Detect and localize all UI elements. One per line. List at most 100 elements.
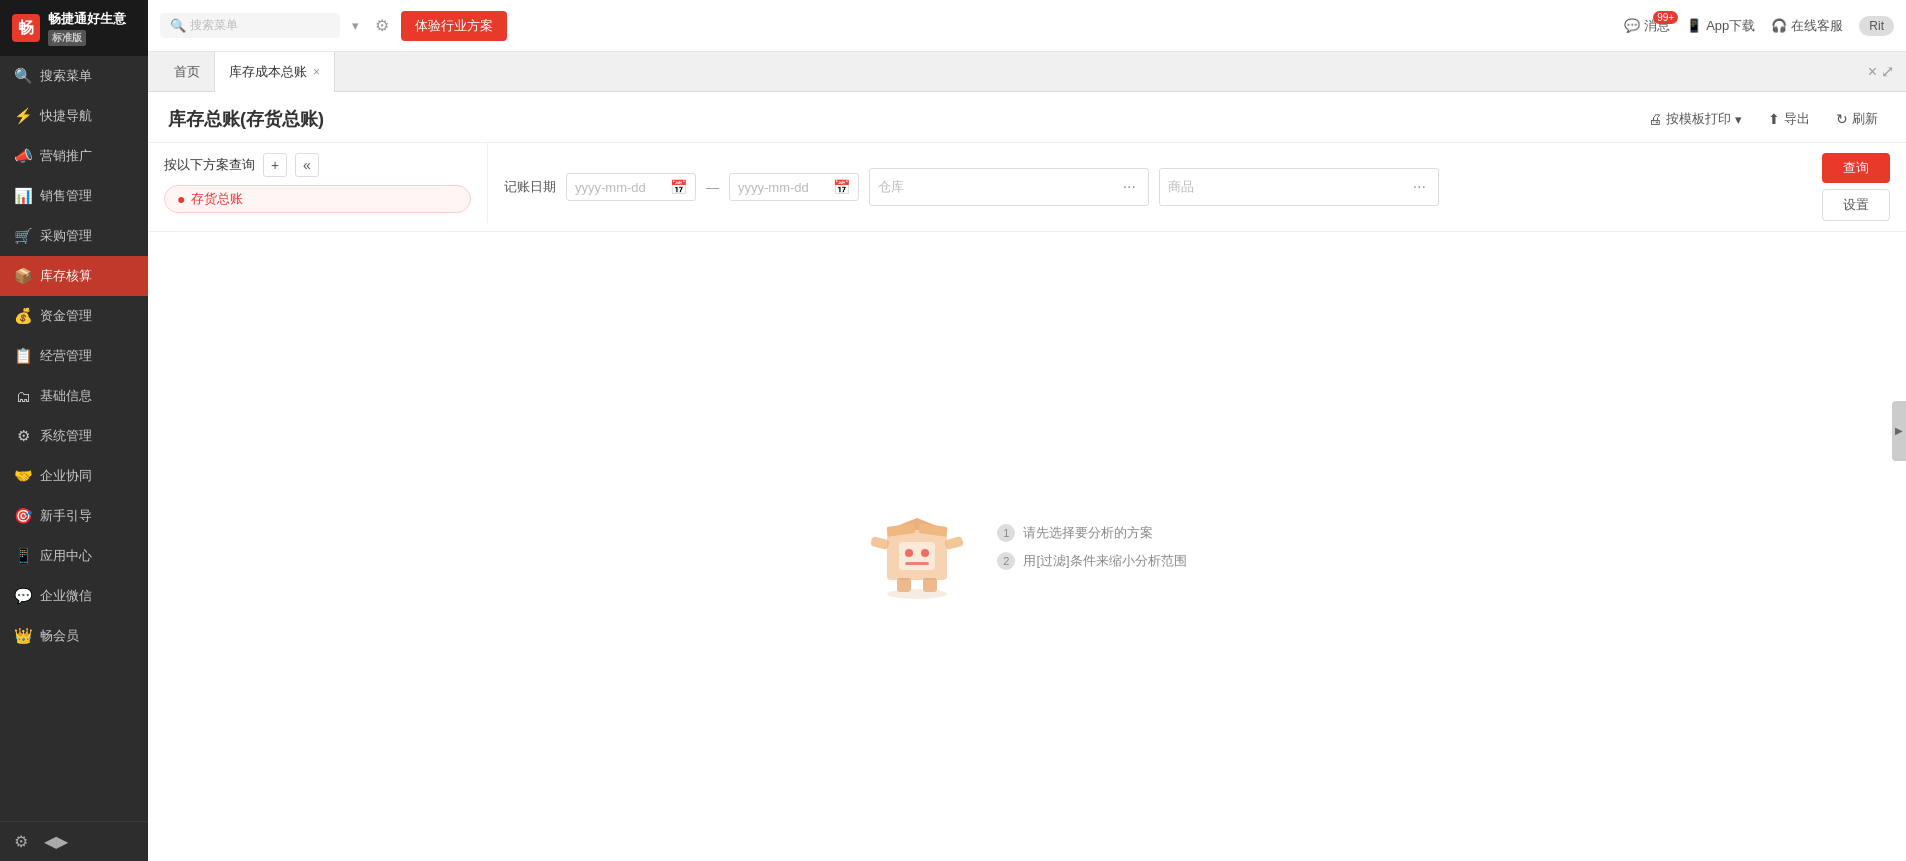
tip-num-1: 1: [997, 524, 1015, 542]
svg-point-12: [887, 589, 947, 599]
tip-text-1: 请先选择要分析的方案: [1023, 524, 1153, 542]
sidebar-item-quick-nav[interactable]: ⚡ 快捷导航: [0, 96, 148, 136]
close-all-icon[interactable]: ×: [1868, 63, 1877, 81]
export-icon: ⬆: [1768, 111, 1780, 127]
sidebar-item-label: 系统管理: [40, 427, 92, 445]
online-service-btn[interactable]: 🎧 在线客服: [1771, 17, 1843, 35]
sidebar-item-label: 资金管理: [40, 307, 92, 325]
message-badge: 99+: [1653, 11, 1678, 24]
calendar-end-icon: 📅: [833, 179, 850, 195]
message-icon: 💬: [1624, 18, 1640, 33]
sidebar-item-system[interactable]: ⚙ 系统管理: [0, 416, 148, 456]
filter-collapse-btn[interactable]: «: [295, 153, 319, 177]
tab-home-label: 首页: [174, 63, 200, 81]
sidebar-item-inventory[interactable]: 📦 库存核算: [0, 256, 148, 296]
sidebar-item-wechat[interactable]: 💬 企业微信: [0, 576, 148, 616]
empty-state: 1 请先选择要分析的方案 2 用[过滤]条件来缩小分析范围: [148, 232, 1906, 861]
sidebar-item-label: 销售管理: [40, 187, 92, 205]
warehouse-input[interactable]: 仓库 ···: [869, 168, 1149, 206]
sidebar-item-marketing[interactable]: 📣 营销推广: [0, 136, 148, 176]
date-label: 记账日期: [504, 178, 556, 196]
export-label: 导出: [1784, 110, 1810, 128]
sidebar-item-label: 营销推广: [40, 147, 92, 165]
date-start-input[interactable]: yyyy-mm-dd 📅: [566, 173, 696, 201]
collapse-icon[interactable]: ◀▶: [44, 832, 68, 851]
refresh-icon: ↻: [1836, 111, 1848, 127]
app-logo: 畅 畅捷通好生意 标准版: [0, 0, 148, 56]
goods-label: 商品: [1168, 178, 1194, 196]
date-end-placeholder: yyyy-mm-dd: [738, 180, 809, 195]
sidebar-item-label: 经营管理: [40, 347, 92, 365]
sidebar-item-app-center[interactable]: 📱 应用中心: [0, 536, 148, 576]
expand-icon[interactable]: ⤢: [1881, 62, 1894, 81]
sidebar-item-operation[interactable]: 📋 经营管理: [0, 336, 148, 376]
app-center-icon: 📱: [14, 547, 32, 565]
svg-rect-10: [870, 536, 890, 550]
sidebar-item-label: 基础信息: [40, 387, 92, 405]
goods-more-icon: ···: [1409, 174, 1430, 200]
sales-icon: 📊: [14, 187, 32, 205]
tabs-close-area: × ⤢: [1860, 62, 1894, 81]
query-btn[interactable]: 查询: [1822, 153, 1890, 183]
user-avatar[interactable]: Rit: [1859, 16, 1894, 36]
filter-scheme[interactable]: ● 存货总账: [164, 185, 471, 213]
export-btn[interactable]: ⬆ 导出: [1760, 106, 1818, 132]
sidebar-item-search[interactable]: 🔍 搜索菜单: [0, 56, 148, 96]
warehouse-more-icon: ···: [1119, 174, 1140, 200]
refresh-btn[interactable]: ↻ 刷新: [1828, 106, 1886, 132]
message-btn[interactable]: 💬 消息 99+: [1624, 17, 1670, 35]
date-start-placeholder: yyyy-mm-dd: [575, 180, 646, 195]
tabs-bar: 首页 库存成本总账 × × ⤢: [148, 52, 1906, 92]
filter-label: 按以下方案查询: [164, 156, 255, 174]
sidebar-item-label: 快捷导航: [40, 107, 92, 125]
operation-icon: 📋: [14, 347, 32, 365]
svg-rect-11: [944, 536, 964, 550]
right-panel-toggle[interactable]: ▶: [1892, 401, 1906, 461]
scheme-icon: ●: [177, 191, 185, 207]
tab-home[interactable]: 首页: [160, 52, 215, 92]
finance-icon: 💰: [14, 307, 32, 325]
date-end-input[interactable]: yyyy-mm-dd 📅: [729, 173, 859, 201]
print-btn[interactable]: 🖨 按模板打印 ▾: [1640, 106, 1750, 132]
tip-num-2: 2: [997, 552, 1015, 570]
sidebar-item-label: 企业协同: [40, 467, 92, 485]
setting-btn[interactable]: 设置: [1822, 189, 1890, 221]
settings-icon[interactable]: ⚙: [14, 832, 28, 851]
sidebar-item-label: 采购管理: [40, 227, 92, 245]
tab-inventory-ledger[interactable]: 库存成本总账 ×: [215, 52, 335, 92]
sidebar-item-label: 库存核算: [40, 267, 92, 285]
sidebar-item-guide[interactable]: 🎯 新手引导: [0, 496, 148, 536]
app-name: 畅捷通好生意: [48, 10, 126, 28]
sidebar-item-basic[interactable]: 🗂 基础信息: [0, 376, 148, 416]
topbar-search[interactable]: 🔍 搜索菜单: [160, 13, 340, 38]
print-icon: 🖨: [1648, 111, 1662, 127]
topbar-chevron-icon[interactable]: ▾: [348, 14, 363, 37]
phone-icon: 📱: [1686, 18, 1702, 33]
goods-input[interactable]: 商品 ···: [1159, 168, 1439, 206]
industry-btn[interactable]: 体验行业方案: [401, 11, 507, 41]
app-download-btn[interactable]: 📱 App下载: [1686, 17, 1755, 35]
sidebar-item-member[interactable]: 👑 畅会员: [0, 616, 148, 656]
search-placeholder: 搜索菜单: [190, 17, 238, 34]
page-header: 库存总账(存货总账) 🖨 按模板打印 ▾ ⬆ 导出 ↻ 刷新: [148, 92, 1906, 143]
sidebar: 畅 畅捷通好生意 标准版 🔍 搜索菜单 ⚡ 快捷导航 📣 营销推广 📊 销售管理…: [0, 0, 148, 861]
filter-add-btn[interactable]: +: [263, 153, 287, 177]
main-area: 🔍 搜索菜单 ▾ ⚙ 体验行业方案 💬 消息 99+ 📱 App下载 🎧 在线客…: [148, 0, 1906, 861]
sidebar-item-sales[interactable]: 📊 销售管理: [0, 176, 148, 216]
sidebar-item-finance[interactable]: 💰 资金管理: [0, 296, 148, 336]
svg-point-5: [905, 549, 913, 557]
sidebar-item-cooperation[interactable]: 🤝 企业协同: [0, 456, 148, 496]
sidebar-item-label: 应用中心: [40, 547, 92, 565]
inventory-icon: 📦: [14, 267, 32, 285]
guide-icon: 🎯: [14, 507, 32, 525]
empty-tips: 1 请先选择要分析的方案 2 用[过滤]条件来缩小分析范围: [997, 524, 1186, 570]
sidebar-item-purchase[interactable]: 🛒 采购管理: [0, 216, 148, 256]
topbar: 🔍 搜索菜单 ▾ ⚙ 体验行业方案 💬 消息 99+ 📱 App下载 🎧 在线客…: [148, 0, 1906, 52]
page-title: 库存总账(存货总账): [168, 107, 324, 131]
topbar-gear-icon[interactable]: ⚙: [371, 12, 393, 39]
toggle-arrow-icon: ▶: [1895, 425, 1903, 436]
tab-close-icon[interactable]: ×: [313, 65, 320, 79]
refresh-label: 刷新: [1852, 110, 1878, 128]
sidebar-item-label: 畅会员: [40, 627, 79, 645]
logo-icon: 畅: [12, 14, 40, 42]
